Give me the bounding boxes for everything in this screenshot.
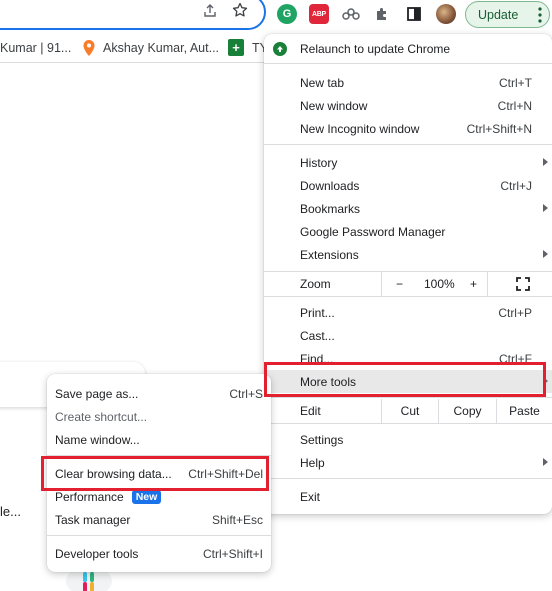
relaunch-label: Relaunch to update Chrome	[300, 41, 451, 56]
menu-item-help[interactable]: Help	[264, 451, 552, 474]
menu-item-exit[interactable]: Exit	[264, 485, 552, 508]
sheets-icon: +	[228, 39, 244, 56]
submenu-arrow-icon	[543, 458, 548, 466]
address-bar[interactable]	[0, 0, 266, 30]
kebab-menu-icon[interactable]	[537, 6, 543, 27]
menu-item-label: History	[300, 155, 338, 170]
paste-label: Paste	[509, 404, 540, 418]
bookmark-item[interactable]: Kumar | 91...	[0, 41, 71, 55]
menu-item-extensions[interactable]: Extensions	[264, 243, 552, 266]
edit-row: Edit Cut Copy Paste	[264, 399, 552, 423]
profile-avatar[interactable]	[436, 4, 456, 24]
extension-label: G	[282, 8, 292, 20]
shortcut-text: Ctrl+T	[499, 75, 532, 90]
menu-item-settings[interactable]: Settings	[264, 428, 552, 451]
bookmark-star-icon[interactable]	[232, 2, 248, 21]
submenu-item-save-page[interactable]: Save page as... Ctrl+S	[47, 382, 271, 405]
zoom-out-button[interactable]: −	[396, 277, 403, 291]
paste-button[interactable]: Paste	[496, 399, 552, 423]
menu-item-incognito[interactable]: New Incognito window Ctrl+Shift+N	[264, 117, 552, 140]
cut-button[interactable]: Cut	[381, 399, 438, 423]
bookmark-item[interactable]: Akshay Kumar, Aut...	[103, 41, 219, 55]
menu-item-label: New tab	[300, 75, 345, 90]
zoom-in-button[interactable]: +	[470, 277, 477, 291]
menu-item-print[interactable]: Print... Ctrl+P	[264, 301, 552, 324]
submenu-item-label: Performance	[55, 489, 124, 504]
menu-item-password-manager[interactable]: Google Password Manager	[264, 220, 552, 243]
page-partial-text: le...	[0, 504, 21, 519]
submenu-item-name-window[interactable]: Name window...	[47, 428, 271, 451]
shortcut-text: Ctrl+Shift+N	[466, 121, 532, 136]
submenu-item-label: Name window...	[55, 432, 140, 447]
submenu-item-developer-tools[interactable]: Developer tools Ctrl+Shift+I	[47, 542, 271, 565]
extensions-puzzle-icon[interactable]	[372, 4, 392, 24]
browser-toolbar: G ABP Update	[0, 0, 552, 32]
menu-item-label: Google Password Manager	[300, 224, 446, 239]
share-icon[interactable]	[202, 3, 218, 22]
grammarly-extension-icon[interactable]: G	[277, 4, 297, 24]
zoom-level: 100%	[424, 277, 455, 291]
highlight-box-more-tools	[264, 362, 546, 397]
update-button[interactable]: Update	[465, 1, 550, 28]
submenu-item-task-manager[interactable]: Task manager Shift+Esc	[47, 508, 271, 531]
adblock-plus-extension-icon[interactable]: ABP	[309, 4, 329, 24]
shortcut-text: Ctrl+S	[229, 386, 263, 401]
menu-item-downloads[interactable]: Downloads Ctrl+J	[264, 174, 552, 197]
menu-item-label: Bookmarks	[300, 201, 361, 216]
submenu-item-label: Save page as...	[55, 386, 139, 401]
menu-item-label: Cast...	[300, 328, 335, 343]
new-badge: New	[131, 489, 162, 504]
shortcut-text: Ctrl+P	[498, 305, 532, 320]
menu-item-cast[interactable]: Cast...	[264, 324, 552, 347]
side-panel-icon[interactable]	[404, 4, 424, 24]
highlight-box-clear-browsing-data	[41, 456, 269, 491]
menu-item-label: Exit	[300, 489, 321, 504]
menu-divider	[264, 478, 552, 479]
menu-item-new-tab[interactable]: New tab Ctrl+T	[264, 71, 552, 94]
submenu-arrow-icon	[543, 250, 548, 258]
submenu-item-create-shortcut[interactable]: Create shortcut...	[47, 405, 271, 428]
submenu-arrow-icon	[543, 204, 548, 212]
fullscreen-icon[interactable]	[516, 277, 530, 291]
submenu-arrow-icon	[543, 158, 548, 166]
menu-item-label: Downloads	[300, 178, 360, 193]
update-button-label: Update	[478, 7, 519, 22]
menu-divider	[264, 423, 552, 424]
menu-divider	[47, 535, 271, 536]
menu-item-label: Settings	[300, 432, 344, 447]
shortcut-text: Ctrl+Shift+I	[202, 546, 263, 561]
shortcut-text: Ctrl+N	[497, 98, 532, 113]
submenu-item-label: Developer tools	[55, 546, 139, 561]
menu-divider	[264, 144, 552, 145]
copy-button[interactable]: Copy	[438, 399, 496, 423]
menu-item-label: Help	[300, 455, 325, 470]
menu-divider	[264, 63, 552, 64]
menu-item-new-window[interactable]: New window Ctrl+N	[264, 94, 552, 117]
chrome-main-menu: Relaunch to update Chrome New tab Ctrl+T …	[264, 34, 552, 514]
cut-label: Cut	[400, 404, 420, 418]
zoom-controls: − 100% +	[381, 272, 488, 296]
menu-item-bookmarks[interactable]: Bookmarks	[264, 197, 552, 220]
edit-label: Edit	[300, 404, 321, 418]
extension-label: ABP	[312, 10, 326, 18]
link-extension-icon[interactable]	[341, 4, 361, 24]
menu-item-label: New window	[300, 98, 368, 113]
menu-divider	[264, 296, 552, 297]
shortcut-text: Shift+Esc	[211, 512, 263, 527]
menu-item-label: Print...	[300, 305, 335, 320]
menu-divider	[264, 397, 552, 398]
relaunch-item[interactable]: Relaunch to update Chrome	[264, 37, 552, 60]
submenu-item-label: Task manager	[55, 512, 131, 527]
menu-item-history[interactable]: History	[264, 151, 552, 174]
copy-label: Copy	[453, 404, 482, 418]
map-pin-icon	[83, 40, 95, 59]
menu-item-label: New Incognito window	[300, 121, 420, 136]
menu-item-label: Extensions	[300, 247, 359, 262]
submenu-item-label: Create shortcut...	[55, 409, 148, 424]
zoom-row: Zoom − 100% +	[264, 272, 552, 296]
relaunch-arrow-icon	[273, 42, 287, 56]
shortcut-text: Ctrl+J	[500, 178, 532, 193]
zoom-label: Zoom	[300, 277, 331, 291]
